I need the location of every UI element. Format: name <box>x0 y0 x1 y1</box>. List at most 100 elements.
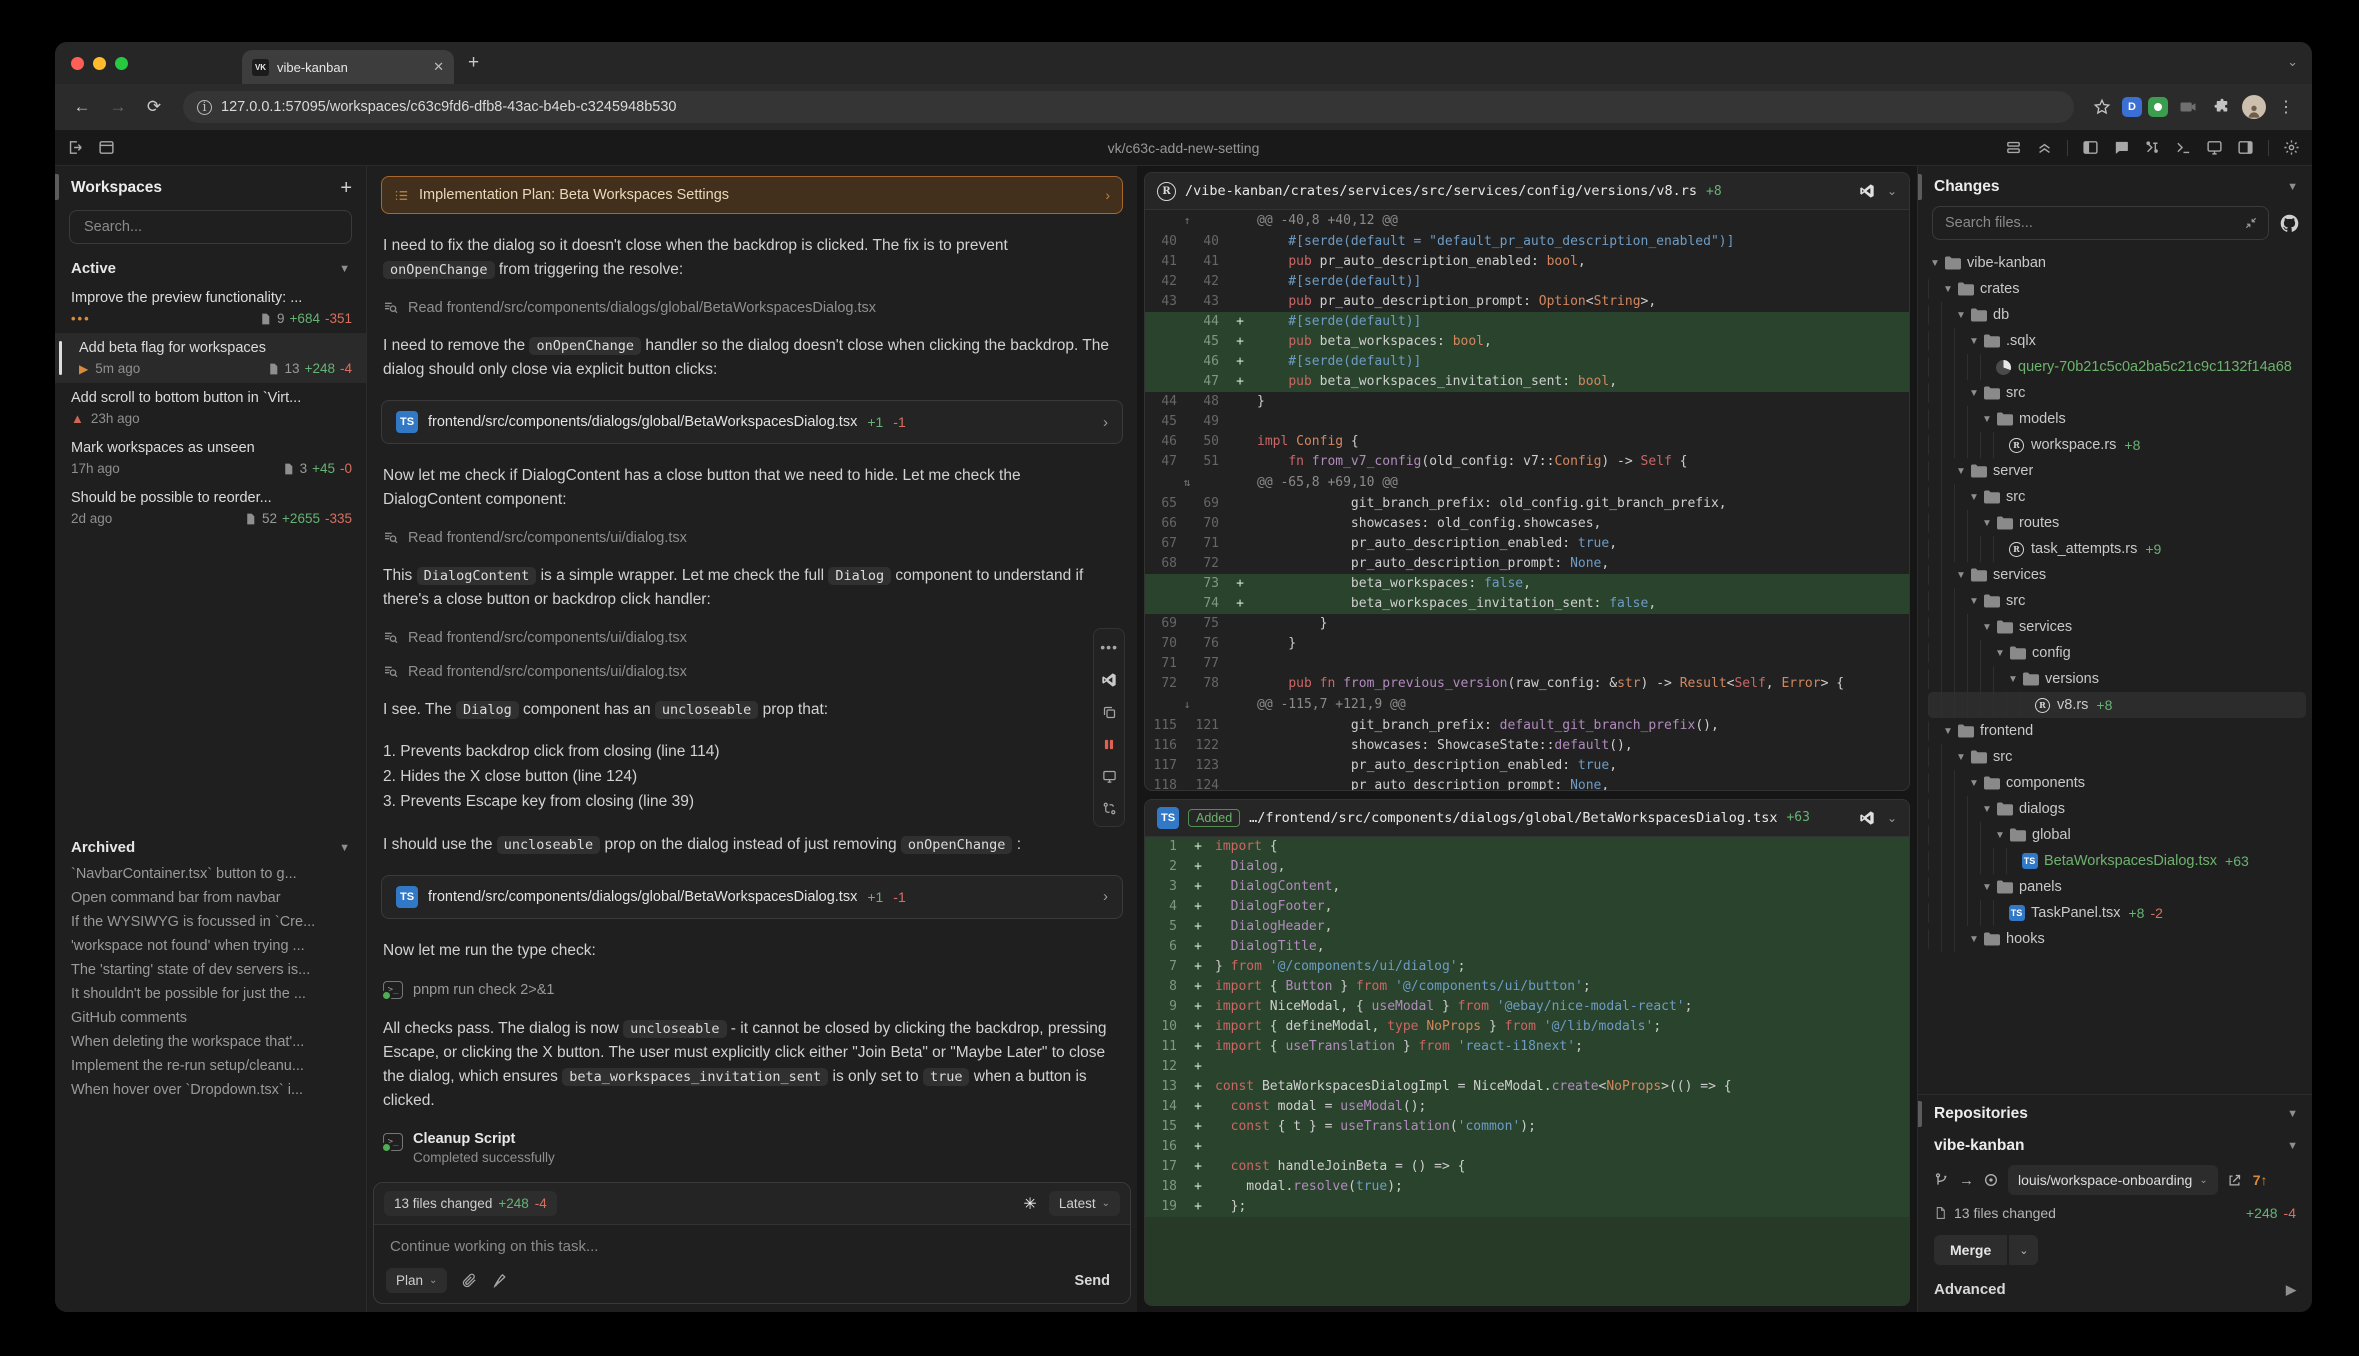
collapse-tree-icon[interactable] <box>2244 216 2258 230</box>
tree-row[interactable]: ▼ src <box>1928 380 2306 406</box>
archived-workspace-item[interactable]: `NavbarContainer.tsx` button to g... <box>55 862 366 886</box>
add-workspace-button[interactable]: + <box>340 178 352 198</box>
tree-row[interactable]: ▼ services <box>1928 562 2306 588</box>
browser-menu-icon[interactable]: ⋮ <box>2272 93 2300 121</box>
repo-name-row[interactable]: vibe-kanban ▼ <box>1918 1131 2312 1161</box>
panel-right-icon[interactable] <box>2237 139 2254 156</box>
merge-dropdown[interactable]: ⌄ <box>2009 1235 2039 1265</box>
tool-read-row[interactable]: Read frontend/src/components/ui/dialog.t… <box>383 664 1121 680</box>
chevron-down-icon[interactable]: ▼ <box>2287 1108 2298 1120</box>
panel-left-icon[interactable] <box>2082 139 2099 156</box>
expand-hunk-icon[interactable]: ↓ <box>1145 694 1229 716</box>
chat-bubble-icon[interactable] <box>2113 139 2130 156</box>
tab-close-icon[interactable]: ✕ <box>433 59 444 75</box>
extensions-puzzle-icon[interactable] <box>2208 93 2236 121</box>
tree-row[interactable]: Rv8.rs +8 <box>1928 692 2306 718</box>
workspace-item[interactable]: Add scroll to bottom button in `Virt... ▲… <box>55 383 366 433</box>
tree-row[interactable]: ▼ hooks <box>1928 926 2306 952</box>
browser-tab[interactable]: VK vibe-kanban ✕ <box>242 50 454 84</box>
tree-row[interactable]: ▼ server <box>1928 458 2306 484</box>
terminal-command-row[interactable]: >_ pnpm run check 2>&1 <box>381 980 1121 1001</box>
open-external-icon[interactable] <box>67 139 84 156</box>
archive-tray-icon[interactable] <box>98 139 115 156</box>
tree-row[interactable]: ▼ global <box>1928 822 2306 848</box>
merge-button[interactable]: Merge <box>1934 1235 2008 1265</box>
archived-workspace-item[interactable]: When deleting the workspace that'... <box>55 1030 366 1054</box>
pause-icon[interactable] <box>1102 737 1116 752</box>
branch-selector[interactable]: louis/workspace-onboarding ⌄ <box>2008 1165 2218 1195</box>
settings-gear-icon[interactable] <box>2283 139 2300 156</box>
vscode-icon[interactable] <box>1859 183 1875 199</box>
latest-dropdown[interactable]: Latest ⌄ <box>1048 1191 1120 1216</box>
chevron-down-icon[interactable]: ▼ <box>2287 181 2298 193</box>
archived-workspace-item[interactable]: Open command bar from navbar <box>55 886 366 910</box>
diff-header[interactable]: TS Added …/frontend/src/components/dialo… <box>1145 799 1909 837</box>
archived-workspace-item[interactable]: When hover over `Dropdown.tsx` i... <box>55 1078 366 1102</box>
tab-search-icon[interactable]: ⌄ <box>2287 54 2298 70</box>
tree-row[interactable]: Rtask_attempts.rs +9 <box>1928 536 2306 562</box>
edit-pen-icon[interactable] <box>492 1272 509 1289</box>
collapse-chevron-icon[interactable]: ⌄ <box>1887 184 1897 198</box>
tree-row[interactable]: ▼ .sqlx <box>1928 328 2306 354</box>
external-link-icon[interactable] <box>2227 1173 2242 1188</box>
expand-hunk-icon[interactable]: ↑ <box>1145 210 1229 232</box>
minimize-window-button[interactable] <box>93 56 106 70</box>
url-text[interactable]: 127.0.0.1:57095/workspaces/c63c9fd6-dfb8… <box>221 99 676 115</box>
github-icon[interactable] <box>2279 213 2300 234</box>
diff-header[interactable]: R /vibe-kanban/crates/services/src/servi… <box>1145 173 1909 210</box>
forward-button[interactable]: → <box>103 92 133 122</box>
attachment-icon[interactable] <box>461 1272 478 1289</box>
tree-row[interactable]: Rworkspace.rs +8 <box>1928 432 2306 458</box>
file-search-input[interactable] <box>1943 214 2236 232</box>
more-options-icon[interactable]: ••• <box>1100 639 1118 655</box>
extension-d-icon[interactable]: D <box>2122 97 2142 117</box>
tree-row[interactable]: ▼ panels <box>1928 874 2306 900</box>
tree-row[interactable]: ▼ routes <box>1928 510 2306 536</box>
extension-green-icon[interactable] <box>2148 97 2168 117</box>
sparkle-icon[interactable]: ✳ <box>1023 1194 1036 1214</box>
files-changed-chip[interactable]: 13 files changed +248 -4 <box>384 1191 557 1216</box>
workspace-item[interactable]: Improve the preview functionality: ... ••… <box>55 283 366 333</box>
tree-row[interactable]: ▼ src <box>1928 484 2306 510</box>
close-window-button[interactable] <box>71 56 84 70</box>
archived-section-header[interactable]: Archived ▼ <box>55 833 366 862</box>
terminal-icon[interactable] <box>2175 139 2192 156</box>
git-graph-icon[interactable] <box>2144 139 2161 156</box>
git-branch-icon[interactable] <box>1934 1172 1950 1188</box>
profile-avatar[interactable] <box>2242 95 2266 119</box>
tree-row[interactable]: ▼ dialogs <box>1928 796 2306 822</box>
active-section-header[interactable]: Active ▼ <box>55 254 366 283</box>
hunk-header[interactable]: ↓ @@ -115,7 +121,9 @@ <box>1145 694 1909 716</box>
message-input[interactable] <box>388 1237 1116 1256</box>
send-button[interactable]: Send <box>1067 1269 1118 1293</box>
tree-row[interactable]: ▼ db <box>1928 302 2306 328</box>
maximize-window-button[interactable] <box>115 56 128 70</box>
tree-row[interactable]: ▼ src <box>1928 744 2306 770</box>
vscode-icon[interactable] <box>1859 810 1875 826</box>
new-tab-button[interactable]: + <box>468 52 479 74</box>
tool-read-row[interactable]: Read frontend/src/components/ui/dialog.t… <box>383 530 1121 546</box>
workspace-search-input[interactable] <box>82 218 339 236</box>
tree-row[interactable]: ▼ services <box>1928 614 2306 640</box>
tree-row[interactable]: ▼ src <box>1928 588 2306 614</box>
omnibox[interactable]: i 127.0.0.1:57095/workspaces/c63c9fd6-df… <box>183 91 2074 123</box>
workspace-item[interactable]: Add beta flag for workspaces ▶ 5m ago 13 +24… <box>55 333 366 383</box>
implementation-plan-banner[interactable]: Implementation Plan: Beta Workspaces Set… <box>381 176 1123 214</box>
site-info-icon[interactable]: i <box>197 99 212 115</box>
hunk-header[interactable]: ↑ @@ -40,8 +40,12 @@ <box>1145 210 1909 232</box>
bookmark-star-icon[interactable] <box>2088 93 2116 121</box>
tree-row[interactable]: ▼ components <box>1928 770 2306 796</box>
script-status-row[interactable]: >_ Cleanup Script Completed successfully <box>381 1131 1121 1165</box>
collapse-chevron-icon[interactable]: ⌄ <box>1887 811 1897 825</box>
tool-read-row[interactable]: Read frontend/src/components/dialogs/glo… <box>383 300 1121 316</box>
hunk-header[interactable]: ⇅ @@ -65,8 +69,10 @@ <box>1145 472 1909 494</box>
tree-row[interactable]: TS BetaWorkspacesDialog.tsx +63 <box>1928 848 2306 874</box>
file-change-card[interactable]: TS frontend/src/components/dialogs/global… <box>381 874 1123 919</box>
vscode-icon[interactable] <box>1101 672 1117 688</box>
camera-extension-icon[interactable] <box>2174 93 2202 121</box>
tree-row[interactable]: TS TaskPanel.tsx +8 -2 <box>1928 900 2306 926</box>
target-icon[interactable] <box>1983 1172 1999 1188</box>
workspace-item[interactable]: Should be possible to reorder... 2d ago 52… <box>55 483 366 533</box>
tree-row[interactable]: query-70b21c5c0a2ba5c21c9c1132f14a68 <box>1928 354 2306 380</box>
tree-row[interactable]: ▼ config <box>1928 640 2306 666</box>
